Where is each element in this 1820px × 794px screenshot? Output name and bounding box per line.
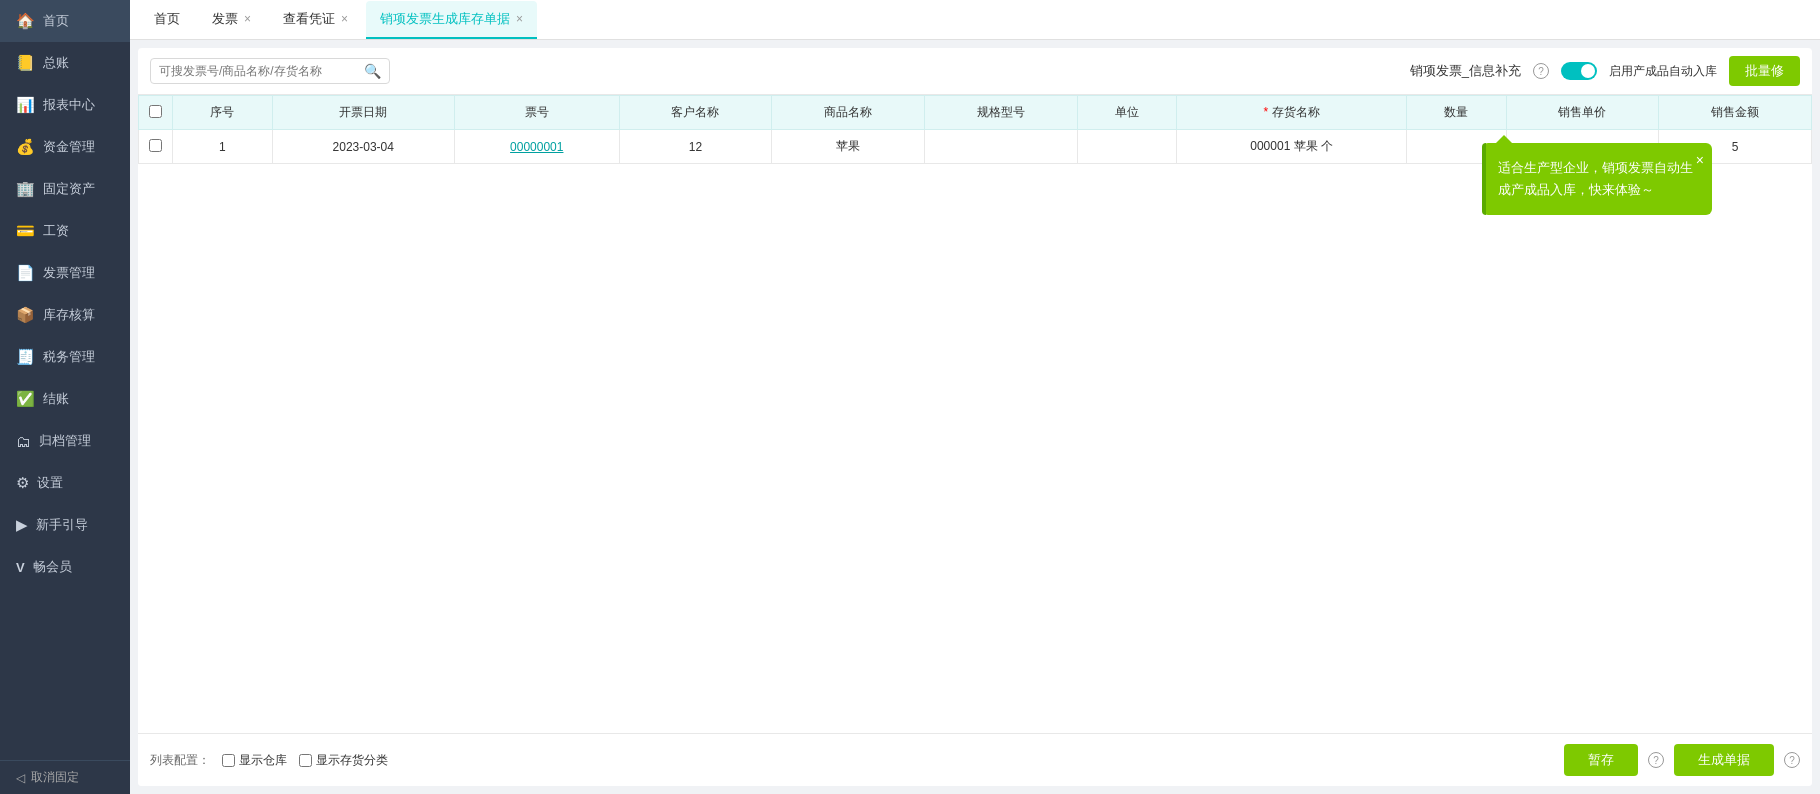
toggle-label: 启用产成品自动入库 bbox=[1609, 63, 1717, 80]
sidebar-item-assets[interactable]: 🏢 固定资产 bbox=[0, 168, 130, 210]
info-label: 销项发票_信息补充 bbox=[1410, 62, 1521, 80]
cell-unit bbox=[1077, 130, 1177, 164]
tab-voucher-close[interactable]: × bbox=[341, 12, 348, 26]
sidebar-item-ledger[interactable]: 📒 总账 bbox=[0, 42, 130, 84]
sidebar-item-settle[interactable]: ✅ 结账 bbox=[0, 378, 130, 420]
funds-icon: 💰 bbox=[16, 138, 35, 156]
header-amount: 销售金额 bbox=[1659, 96, 1812, 130]
tooltip-close-button[interactable]: × bbox=[1696, 149, 1704, 173]
tooltip-bar bbox=[1482, 143, 1486, 215]
home-icon: 🏠 bbox=[16, 12, 35, 30]
search-input[interactable] bbox=[159, 64, 364, 78]
header-inventory: 存货名称 bbox=[1177, 96, 1407, 130]
search-icon[interactable]: 🔍 bbox=[364, 63, 381, 79]
invoice-mgr-icon: 📄 bbox=[16, 264, 35, 282]
row-checkbox-cell[interactable] bbox=[139, 130, 173, 164]
tab-bar: 首页 发票 × 查看凭证 × 销项发票生成库存单据 × bbox=[130, 0, 1820, 40]
show-warehouse-checkbox[interactable] bbox=[222, 754, 235, 767]
cell-product: 苹果 bbox=[772, 130, 925, 164]
report-icon: 📊 bbox=[16, 96, 35, 114]
tab-voucher[interactable]: 查看凭证 × bbox=[269, 1, 362, 39]
page-content: 🔍 销项发票_信息补充 ? 启用产成品自动入库 批量修 bbox=[138, 48, 1812, 786]
sidebar-item-guide[interactable]: ▶ 新手引导 bbox=[0, 504, 130, 546]
header-spec: 规格型号 bbox=[925, 96, 1078, 130]
header-unit: 单位 bbox=[1077, 96, 1177, 130]
sidebar-item-funds[interactable]: 💰 资金管理 bbox=[0, 126, 130, 168]
tab-stock[interactable]: 销项发票生成库存单据 × bbox=[366, 1, 537, 39]
main-content: 首页 发票 × 查看凭证 × 销项发票生成库存单据 × 🔍 销项发票_信息补充 … bbox=[130, 0, 1820, 794]
cell-customer: 12 bbox=[619, 130, 772, 164]
cell-invoice-no[interactable]: 00000001 bbox=[454, 130, 619, 164]
table-header-row: 序号 开票日期 票号 客户名称 商品名称 规格型号 单位 存货名称 数量 销售单… bbox=[139, 96, 1812, 130]
settle-icon: ✅ bbox=[16, 390, 35, 408]
show-category-checkbox[interactable] bbox=[299, 754, 312, 767]
toggle-track[interactable] bbox=[1561, 62, 1597, 80]
tooltip-popup: × 适合生产型企业，销项发票自动生成产成品入库，快来体验～ bbox=[1482, 143, 1712, 215]
sidebar-item-inventory[interactable]: 📦 库存核算 bbox=[0, 294, 130, 336]
header-checkbox[interactable] bbox=[149, 105, 162, 118]
inventory-icon: 📦 bbox=[16, 306, 35, 324]
bottom-bar: 列表配置： 显示仓库 显示存货分类 暂存 ? 生成单据 ? bbox=[138, 733, 1812, 786]
sidebar-item-salary[interactable]: 💳 工资 bbox=[0, 210, 130, 252]
list-config-label: 列表配置： bbox=[150, 752, 210, 769]
salary-icon: 💳 bbox=[16, 222, 35, 240]
sidebar: 🏠 首页 📒 总账 📊 报表中心 💰 资金管理 🏢 固定资产 💳 工资 📄 发票… bbox=[0, 0, 130, 794]
header-unit-price: 销售单价 bbox=[1506, 96, 1659, 130]
row-checkbox[interactable] bbox=[149, 139, 162, 152]
header-customer: 客户名称 bbox=[619, 96, 772, 130]
archive-icon: 🗂 bbox=[16, 433, 31, 450]
assets-icon: 🏢 bbox=[16, 180, 35, 198]
unfix-button[interactable]: ◁ 取消固定 bbox=[0, 760, 130, 794]
show-warehouse-label[interactable]: 显示仓库 bbox=[222, 752, 287, 769]
header-qty: 数量 bbox=[1406, 96, 1506, 130]
tab-invoice[interactable]: 发票 × bbox=[198, 1, 265, 39]
sidebar-item-archive[interactable]: 🗂 归档管理 bbox=[0, 420, 130, 462]
header-product: 商品名称 bbox=[772, 96, 925, 130]
info-help-icon[interactable]: ? bbox=[1533, 63, 1549, 79]
pin-icon: ◁ bbox=[16, 771, 25, 785]
sidebar-item-settings[interactable]: ⚙ 设置 bbox=[0, 462, 130, 504]
sidebar-item-tax[interactable]: 🧾 税务管理 bbox=[0, 336, 130, 378]
header-checkbox-cell[interactable] bbox=[139, 96, 173, 130]
tooltip-text: 适合生产型企业，销项发票自动生成产成品入库，快来体验～ bbox=[1498, 160, 1693, 197]
bottom-actions: 暂存 ? 生成单据 ? bbox=[1564, 744, 1800, 776]
generate-help-icon[interactable]: ? bbox=[1784, 752, 1800, 768]
cell-seq: 1 bbox=[173, 130, 273, 164]
search-box[interactable]: 🔍 bbox=[150, 58, 390, 84]
header-date: 开票日期 bbox=[272, 96, 454, 130]
sidebar-item-report[interactable]: 📊 报表中心 bbox=[0, 84, 130, 126]
ledger-icon: 📒 bbox=[16, 54, 35, 72]
cell-date: 2023-03-04 bbox=[272, 130, 454, 164]
sidebar-item-member[interactable]: V 畅会员 bbox=[0, 546, 130, 588]
header-invoice-no: 票号 bbox=[454, 96, 619, 130]
show-category-label[interactable]: 显示存货分类 bbox=[299, 752, 388, 769]
batch-button[interactable]: 批量修 bbox=[1729, 56, 1800, 86]
sidebar-item-home[interactable]: 🏠 首页 bbox=[0, 0, 130, 42]
sidebar-item-invoice-mgr[interactable]: 📄 发票管理 bbox=[0, 252, 130, 294]
cell-spec bbox=[925, 130, 1078, 164]
cell-inventory: 000001 苹果 个 bbox=[1177, 130, 1407, 164]
header-seq: 序号 bbox=[173, 96, 273, 130]
guide-icon: ▶ bbox=[16, 516, 28, 534]
member-icon: V bbox=[16, 560, 25, 575]
save-help-icon[interactable]: ? bbox=[1648, 752, 1664, 768]
save-button[interactable]: 暂存 bbox=[1564, 744, 1638, 776]
tab-home[interactable]: 首页 bbox=[140, 1, 194, 39]
generate-button[interactable]: 生成单据 bbox=[1674, 744, 1774, 776]
tax-icon: 🧾 bbox=[16, 348, 35, 366]
toolbar: 🔍 销项发票_信息补充 ? 启用产成品自动入库 批量修 bbox=[138, 48, 1812, 95]
toolbar-right: 销项发票_信息补充 ? 启用产成品自动入库 批量修 bbox=[1410, 56, 1800, 86]
tab-stock-close[interactable]: × bbox=[516, 12, 523, 26]
toggle-thumb bbox=[1581, 64, 1595, 78]
toggle-switch[interactable] bbox=[1561, 62, 1597, 80]
settings-icon: ⚙ bbox=[16, 474, 29, 492]
tab-invoice-close[interactable]: × bbox=[244, 12, 251, 26]
